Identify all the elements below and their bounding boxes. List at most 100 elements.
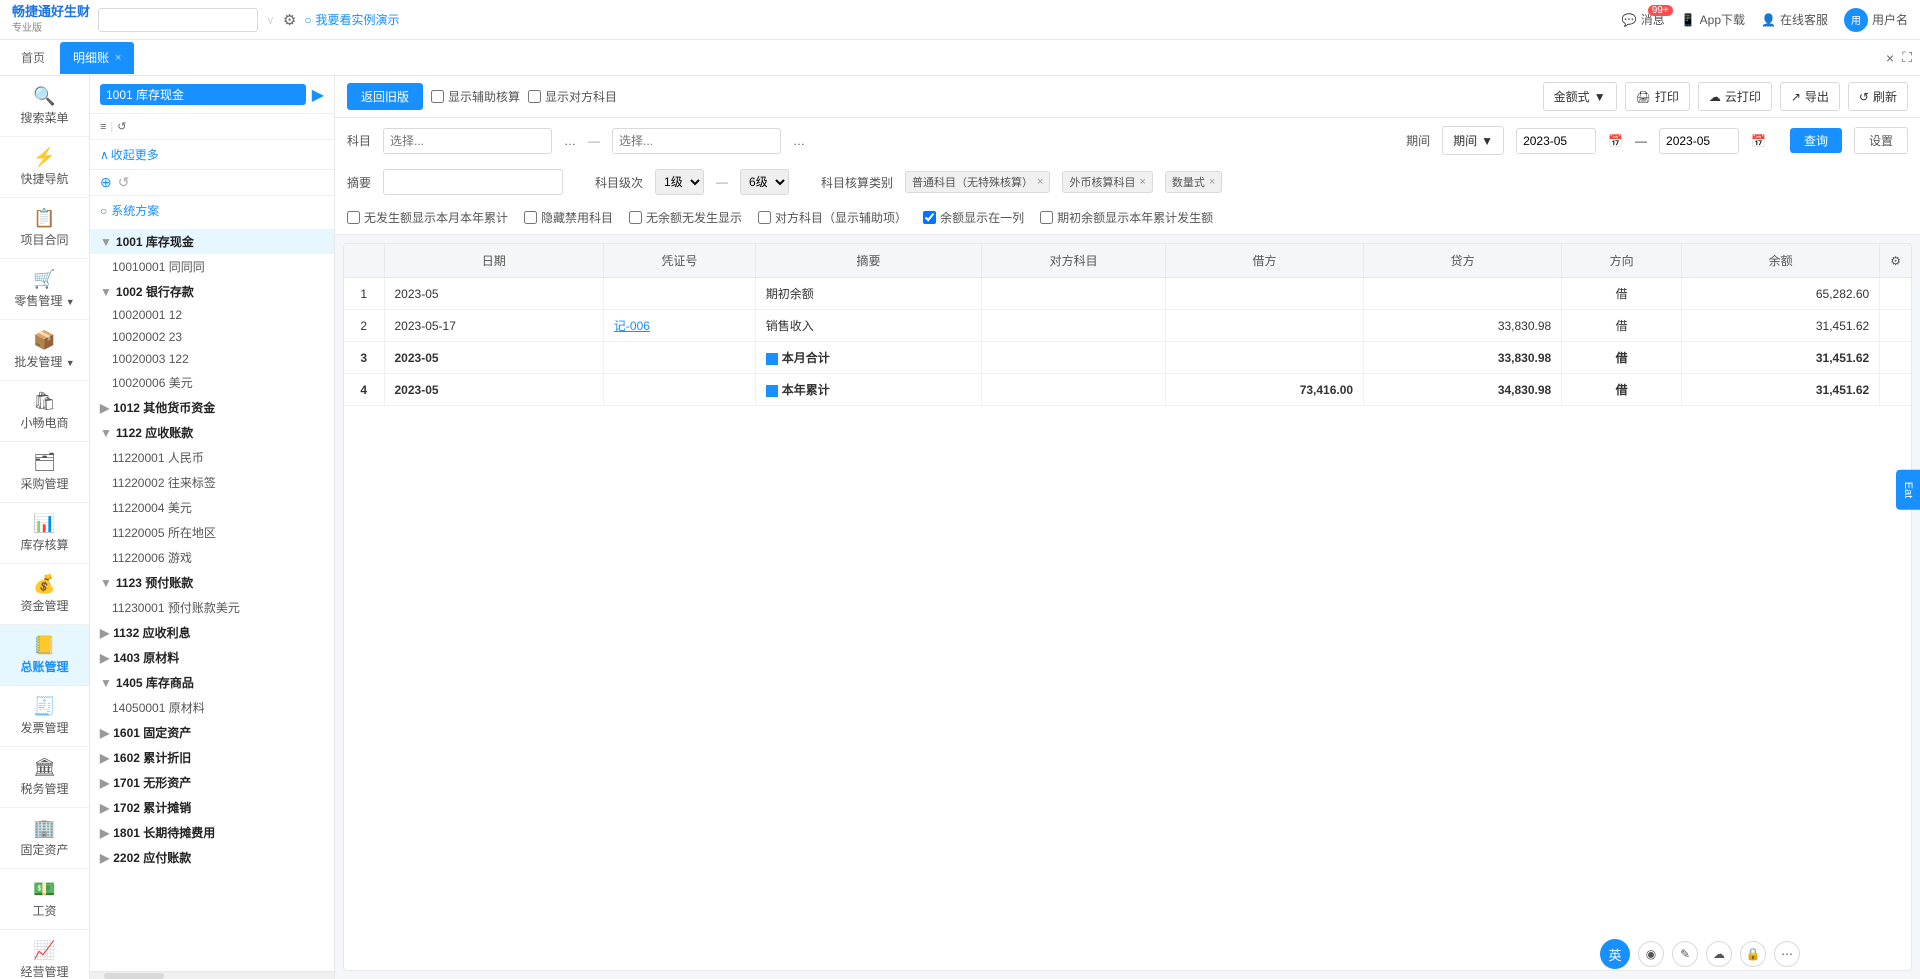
tab-home[interactable]: 首页 (8, 42, 58, 74)
sidebar-item-search[interactable]: 🔍 搜索菜单 (0, 76, 89, 137)
tree-node-11220006[interactable]: 11220006 游戏 (90, 545, 334, 570)
search-input[interactable] (98, 8, 258, 32)
sidebar-item-retail[interactable]: 🛒 零售管理 ▼ (0, 259, 89, 320)
sidebar-item-ecommerce[interactable]: 🛍 小畅电商 (0, 381, 89, 442)
show-contra-checkbox-label[interactable]: 显示对方科目 (528, 88, 617, 105)
cb-no-amount[interactable]: 无余额无发生显示 (629, 209, 742, 226)
cloud-print-button[interactable]: ☁ 云打印 (1698, 82, 1772, 111)
cb-no-balance-input[interactable] (347, 211, 360, 224)
sidebar-item-contract[interactable]: 📋 项目合同 (0, 198, 89, 259)
tree-node-11230001[interactable]: 11230001 预付账款美元 (90, 595, 334, 620)
calendar-end-icon[interactable]: 📅 (1751, 134, 1766, 148)
cb-hide-disabled-input[interactable] (524, 211, 537, 224)
tree-node-11220002[interactable]: 11220002 往来标签 (90, 470, 334, 495)
query-icon[interactable]: ⊕ (100, 174, 112, 191)
online-service-button[interactable]: 👤 在线客服 (1761, 11, 1828, 28)
collapse-more-button[interactable]: ∧ 收起更多 (100, 146, 159, 163)
show-aux-checkbox[interactable] (431, 90, 444, 103)
tree-node-10020002[interactable]: 10020002 23 (90, 326, 334, 348)
tree-node-14050001[interactable]: 14050001 原材料 (90, 695, 334, 720)
subject-level-end-select[interactable]: 1级2级3级4级5级6级 (740, 169, 789, 195)
tree-node-10020006[interactable]: 10020006 美元 (90, 370, 334, 395)
tree-node-10020001[interactable]: 10020001 12 (90, 304, 334, 326)
tree-node-11220004[interactable]: 11220004 美元 (90, 495, 334, 520)
show-aux-checkbox-label[interactable]: 显示辅助核算 (431, 88, 520, 105)
cb-opening-balance[interactable]: 期初余额显示本年累计发生额 (1040, 209, 1213, 226)
tag-quantity-close[interactable]: × (1209, 176, 1215, 188)
sidebar-item-purchase[interactable]: 🗂 采购管理 (0, 442, 89, 503)
app-download-button[interactable]: 📱 App下载 (1681, 11, 1745, 28)
calendar-start-icon[interactable]: 📅 (1608, 134, 1623, 148)
sidebar-item-invoice[interactable]: 🧾 发票管理 (0, 686, 89, 747)
subject-input-end[interactable] (612, 128, 781, 154)
tag-normal-close[interactable]: × (1037, 176, 1043, 188)
summary-input[interactable] (383, 169, 563, 195)
tree-refresh-icon[interactable]: ↺ (117, 120, 126, 133)
return-old-button[interactable]: 返回旧版 (347, 83, 423, 110)
gear-icon[interactable]: ⚙ (283, 11, 296, 29)
export-button[interactable]: ↗ 导出 (1780, 82, 1840, 111)
cb-balance-one-col-input[interactable] (923, 211, 936, 224)
sidebar-item-nav[interactable]: ⚡ 快捷导航 (0, 137, 89, 198)
tree-node-1403[interactable]: ▶1403 原材料 (90, 645, 334, 670)
sidebar-item-wholesale[interactable]: 📦 批发管理 ▼ (0, 320, 89, 381)
tree-node-1012[interactable]: ▶1012 其他货币资金 (90, 395, 334, 420)
tree-node-11220001[interactable]: 11220001 人民币 (90, 445, 334, 470)
tag-foreign-close[interactable]: × (1139, 176, 1145, 188)
float-translate-button[interactable]: 英 (1600, 939, 1630, 969)
float-lock-button[interactable]: 🔒 (1740, 941, 1766, 967)
amount-mode-button[interactable]: 金额式 ▼ (1543, 82, 1617, 111)
nav-right-arrow[interactable]: ▶ (312, 85, 324, 105)
sidebar-item-management[interactable]: 📈 经营管理 (0, 930, 89, 979)
show-contra-checkbox[interactable] (528, 90, 541, 103)
sidebar-item-finance[interactable]: 💰 资金管理 (0, 564, 89, 625)
query-button[interactable]: 查询 (1790, 128, 1842, 153)
tree-node-1702[interactable]: ▶1702 累计摊销 (90, 795, 334, 820)
sidebar-item-inventory[interactable]: 📊 库存核算 (0, 503, 89, 564)
tab-ledger[interactable]: 明细账 × (60, 42, 134, 74)
refresh-scheme-icon[interactable]: ↺ (118, 174, 130, 191)
cb-no-balance[interactable]: 无发生额显示本月本年累计 (347, 209, 508, 226)
message-button[interactable]: 💬 消息 99+ (1622, 11, 1665, 28)
account-selector[interactable]: 1001 库存现金 (100, 84, 306, 105)
tree-node-1602[interactable]: ▶1602 累计折旧 (90, 745, 334, 770)
refresh-button[interactable]: ↺ 刷新 (1848, 82, 1908, 111)
subject-level-start-select[interactable]: 1级2级3级4级5级6级 (655, 169, 704, 195)
tree-node-1701[interactable]: ▶1701 无形资产 (90, 770, 334, 795)
sidebar-item-fixed-assets[interactable]: 🏢 固定资产 (0, 808, 89, 869)
float-more-button[interactable]: ⋯ (1774, 941, 1800, 967)
period-start-input[interactable] (1516, 128, 1596, 154)
tab-fullscreen-icon[interactable]: ⛶ (1902, 49, 1912, 66)
tree-node-10020003[interactable]: 10020003 122 (90, 348, 334, 370)
tab-ledger-close[interactable]: × (115, 52, 121, 64)
period-mode-button[interactable]: 期间 ▼ (1442, 126, 1504, 155)
tree-node-1601[interactable]: ▶1601 固定资产 (90, 720, 334, 745)
cb-balance-one-col[interactable]: 余额显示在一列 (923, 209, 1024, 226)
period-end-input[interactable] (1659, 128, 1739, 154)
sidebar-item-ledger[interactable]: 📒 总账管理 (0, 625, 89, 686)
subject-input[interactable] (383, 128, 552, 154)
sidebar-item-tax[interactable]: 🏛 税务管理 (0, 747, 89, 808)
table-gear-icon[interactable]: ⚙ (1890, 254, 1901, 268)
system-scheme-item[interactable]: ○ 系统方案 (90, 196, 334, 225)
col-gear[interactable]: ⚙ (1880, 244, 1911, 278)
tree-node-11220005[interactable]: 11220005 所在地区 (90, 520, 334, 545)
settings-button[interactable]: 设置 (1854, 127, 1908, 154)
float-dot-button[interactable]: ◉ (1638, 941, 1664, 967)
tree-node-10010001[interactable]: 10010001 同同同 (90, 254, 334, 279)
tree-scrollbar[interactable] (90, 971, 334, 979)
cb-opening-balance-input[interactable] (1040, 211, 1053, 224)
float-edit-button[interactable]: ✎ (1672, 941, 1698, 967)
demo-link[interactable]: ○ 我要看实例演示 (304, 11, 399, 28)
tree-node-1122[interactable]: ▼1122 应收账款 (90, 420, 334, 445)
cb-contra-subject[interactable]: 对方科目（显示辅助项） (758, 209, 907, 226)
cb-hide-disabled[interactable]: 隐藏禁用科目 (524, 209, 613, 226)
sidebar-item-salary[interactable]: 💵 工资 (0, 869, 89, 930)
tree-node-1801[interactable]: ▶1801 长期待摊费用 (90, 820, 334, 845)
tree-node-1123[interactable]: ▼1123 预付账款 (90, 570, 334, 595)
cb-no-amount-input[interactable] (629, 211, 642, 224)
tree-node-1002[interactable]: ▼1002 银行存款 (90, 279, 334, 304)
tree-menu-icon[interactable]: ≡ (100, 121, 106, 133)
right-float-eat-label[interactable]: Eat (1900, 477, 1916, 502)
tree-node-1405[interactable]: ▼1405 库存商品 (90, 670, 334, 695)
